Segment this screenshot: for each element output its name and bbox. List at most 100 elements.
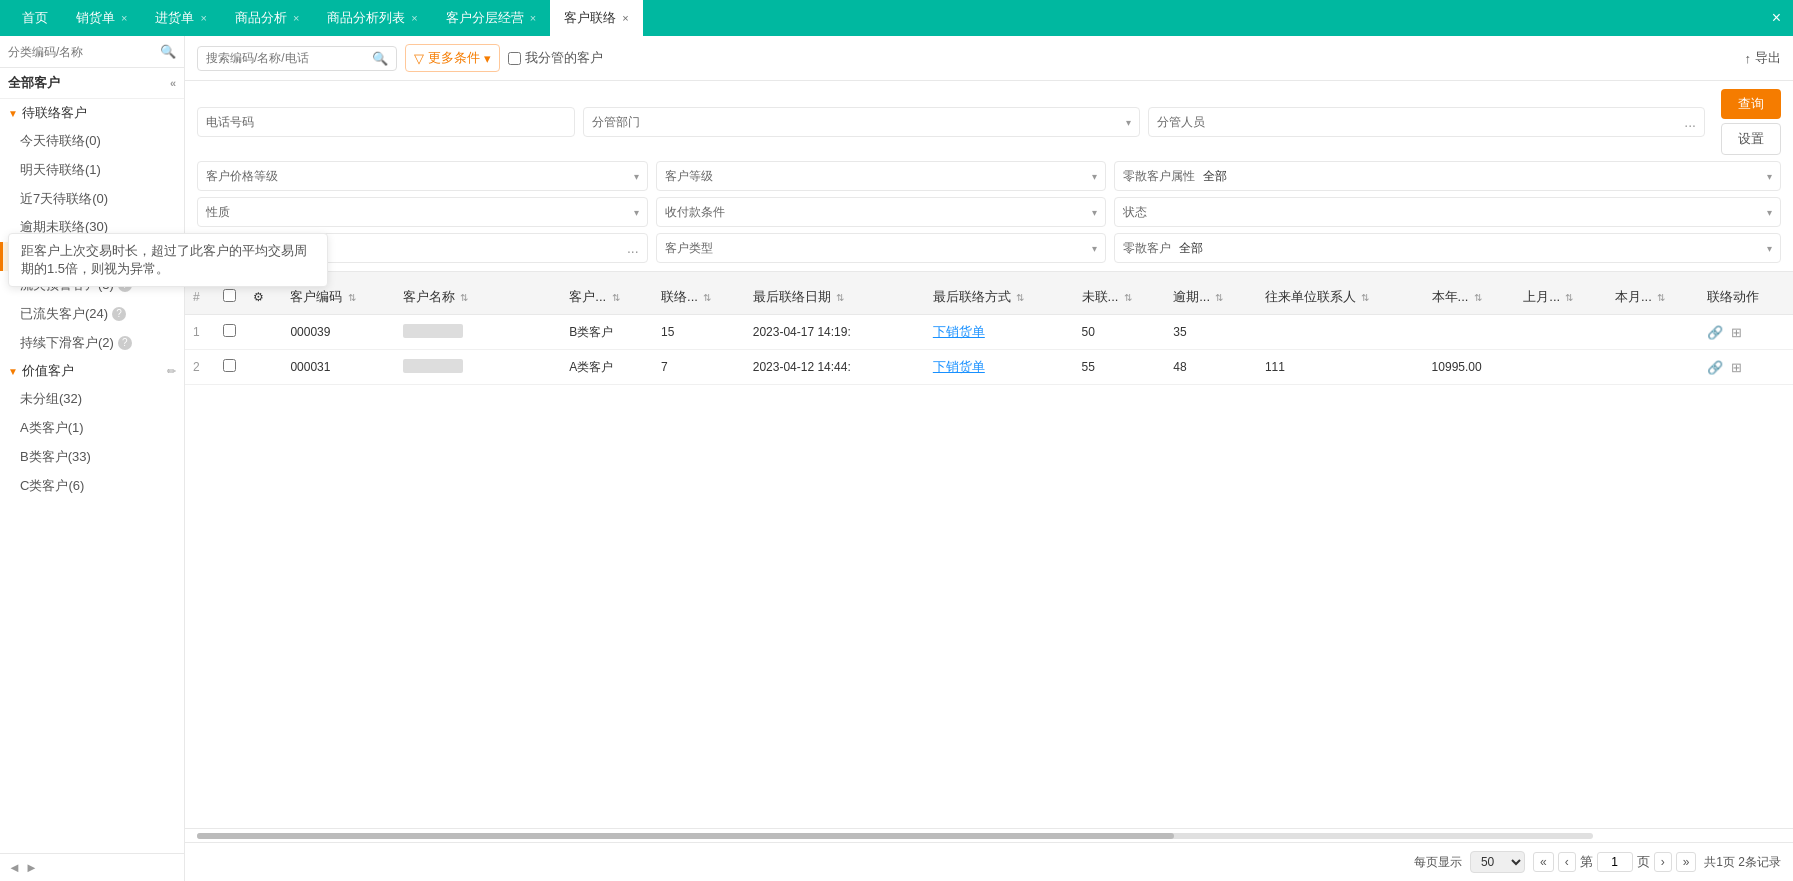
export-icon: ↑ xyxy=(1745,51,1752,66)
nav-close-product-analysis-list[interactable]: × xyxy=(411,12,417,24)
more-conditions-button[interactable]: ▽ 更多条件 ▾ xyxy=(405,44,500,72)
row1-checkbox-cell xyxy=(215,315,245,350)
nav-close-purchase[interactable]: × xyxy=(200,12,206,24)
payment-dropdown-icon: ▾ xyxy=(1092,207,1097,218)
main-table: # ⚙ 客户编码 ⇅ 客户名称 ⇅ xyxy=(185,280,1793,385)
my-customers-label: 我分管的客户 xyxy=(525,49,603,67)
nav-customer-contact[interactable]: 客户联络 × xyxy=(550,0,642,36)
total-label: 共1页 2条记录 xyxy=(1704,854,1781,871)
row2-last-contact-way[interactable]: 下销货单 xyxy=(925,350,1074,385)
sort-icon-way: ⇅ xyxy=(1016,292,1024,303)
sidebar-item-tomorrow[interactable]: 明天待联络(1) xyxy=(0,156,184,185)
sidebar-right-arrow[interactable]: ► xyxy=(25,860,38,875)
retail-customer-label: 零散客户 xyxy=(1123,240,1171,257)
sidebar-item-b-class[interactable]: B类客户(33) xyxy=(0,443,184,472)
th-not-contacted[interactable]: 未联... ⇅ xyxy=(1074,280,1166,315)
sidebar-item-today[interactable]: 今天待联络(0) xyxy=(0,127,184,156)
price-level-label: 客户价格等级 xyxy=(206,168,278,185)
nav-close-customer-layer[interactable]: × xyxy=(530,12,536,24)
sidebar-all-customers[interactable]: 全部客户 « xyxy=(0,68,184,99)
nav-home[interactable]: 首页 xyxy=(8,0,62,36)
row2-link-icon[interactable]: 🔗 xyxy=(1707,360,1723,375)
my-customers-checkbox[interactable] xyxy=(508,52,521,65)
gender-label: 性质 xyxy=(206,204,230,221)
next-page-button[interactable]: › xyxy=(1654,852,1672,872)
row2-grid-icon[interactable]: ⊞ xyxy=(1731,360,1742,375)
search-input[interactable] xyxy=(206,51,372,65)
th-unit-contact[interactable]: 往来单位联系人 ⇅ xyxy=(1257,280,1424,315)
th-last-contact-date[interactable]: 最后联络日期 ⇅ xyxy=(745,280,925,315)
filter-gender: 性质 ▾ xyxy=(197,197,648,227)
select-all-checkbox[interactable] xyxy=(223,289,236,302)
row1-name xyxy=(395,315,561,350)
nav-customer-layer[interactable]: 客户分层经营 × xyxy=(432,0,550,36)
export-button[interactable]: ↑ 导出 xyxy=(1745,49,1782,67)
th-contact[interactable]: 联络... ⇅ xyxy=(653,280,745,315)
nav-close-customer-contact[interactable]: × xyxy=(622,12,628,24)
nav-product-analysis-list[interactable]: 商品分析列表 × xyxy=(313,0,431,36)
row1-last-contact-way[interactable]: 下销货单 xyxy=(925,315,1074,350)
page-input[interactable] xyxy=(1597,852,1633,872)
sidebar-item-already-lost[interactable]: 已流失客户(24) ? xyxy=(0,300,184,329)
nav-purchase[interactable]: 进货单 × xyxy=(141,0,220,36)
person-dots-icon[interactable]: ... xyxy=(1684,114,1696,130)
th-this-year[interactable]: 本年... ⇅ xyxy=(1424,280,1516,315)
row2-this-year: 10995.00 xyxy=(1424,350,1516,385)
filter-phone: 电话号码 xyxy=(197,107,575,137)
row2-settings-cell xyxy=(245,350,282,385)
last-page-button[interactable]: » xyxy=(1676,852,1697,872)
first-page-button[interactable]: « xyxy=(1533,852,1554,872)
row2-checkbox[interactable] xyxy=(223,359,236,372)
content-area: 🔍 ▽ 更多条件 ▾ 我分管的客户 ↑ 导出 电话号码 xyxy=(185,36,1793,881)
retail-customer-value[interactable]: 全部 xyxy=(1179,240,1767,257)
sort-icon-overdue: ⇅ xyxy=(1215,292,1223,303)
row2-unit-contact: 111 xyxy=(1257,350,1424,385)
sidebar-value-group[interactable]: ▼ 价值客户 ✏ xyxy=(0,357,184,385)
retail-attr-dropdown-icon: ▾ xyxy=(1767,171,1772,182)
row1-checkbox[interactable] xyxy=(223,324,236,337)
row1-settings-cell xyxy=(245,315,282,350)
window-close-icon[interactable]: × xyxy=(1772,9,1781,27)
nav-sales-order[interactable]: 销货单 × xyxy=(62,0,141,36)
my-customers-container: 我分管的客户 xyxy=(508,49,603,67)
retail-attr-value[interactable]: 全部 xyxy=(1203,168,1767,185)
th-overdue[interactable]: 逾期... ⇅ xyxy=(1165,280,1257,315)
edit-icon[interactable]: ✏ xyxy=(167,365,176,378)
customer-level-label: 客户等级 xyxy=(665,168,713,185)
sidebar-item-7days[interactable]: 近7天待联络(0) xyxy=(0,185,184,214)
th-customer-type[interactable]: 客户... ⇅ xyxy=(561,280,653,315)
sort-icon-date: ⇅ xyxy=(836,292,844,303)
filter-row-4: ... 客户类型 ▾ 零散客户 全部 ▾ xyxy=(197,233,1781,263)
sidebar-waiting-group[interactable]: ▼ 待联络客户 xyxy=(0,99,184,127)
sidebar-left-arrow[interactable]: ◄ xyxy=(8,860,21,875)
per-page-select[interactable]: 50 100 200 xyxy=(1470,851,1525,873)
scroll-thumb[interactable] xyxy=(197,833,1174,839)
query-button[interactable]: 查询 xyxy=(1721,89,1781,119)
per-page-label: 每页显示 xyxy=(1414,854,1462,871)
table-container: # ⚙ 客户编码 ⇅ 客户名称 ⇅ xyxy=(185,280,1793,828)
th-last-month[interactable]: 上月... ⇅ xyxy=(1515,280,1607,315)
nav-close-product-analysis[interactable]: × xyxy=(293,12,299,24)
sidebar-item-ungrouped[interactable]: 未分组(32) xyxy=(0,385,184,414)
row2-not-contacted: 55 xyxy=(1074,350,1166,385)
sidebar-item-c-class[interactable]: C类客户(6) xyxy=(0,472,184,501)
row1-grid-icon[interactable]: ⊞ xyxy=(1731,325,1742,340)
th-customer-name[interactable]: 客户名称 ⇅ xyxy=(395,280,561,315)
th-last-contact-way[interactable]: 最后联络方式 ⇅ xyxy=(925,280,1074,315)
nav-product-analysis[interactable]: 商品分析 × xyxy=(221,0,313,36)
scroll-track[interactable] xyxy=(197,833,1593,839)
page-label: 第 xyxy=(1580,853,1593,871)
sidebar-item-a-class[interactable]: A类客户(1) xyxy=(0,414,184,443)
customer-type-label: 客户类型 xyxy=(665,240,713,257)
more-dots-icon[interactable]: ... xyxy=(627,240,639,256)
nav-close-sales[interactable]: × xyxy=(121,12,127,24)
sidebar-item-declining[interactable]: 持续下滑客户(2) ? xyxy=(0,329,184,358)
prev-page-button[interactable]: ‹ xyxy=(1558,852,1576,872)
row1-link-icon[interactable]: 🔗 xyxy=(1707,325,1723,340)
row1-contact-count: 15 xyxy=(653,315,745,350)
sort-icon-last-month: ⇅ xyxy=(1565,292,1573,303)
sort-icon-name: ⇅ xyxy=(460,292,468,303)
sidebar-search-input[interactable] xyxy=(8,45,160,59)
settings-button[interactable]: 设置 xyxy=(1721,123,1781,155)
th-this-month[interactable]: 本月... ⇅ xyxy=(1607,280,1699,315)
